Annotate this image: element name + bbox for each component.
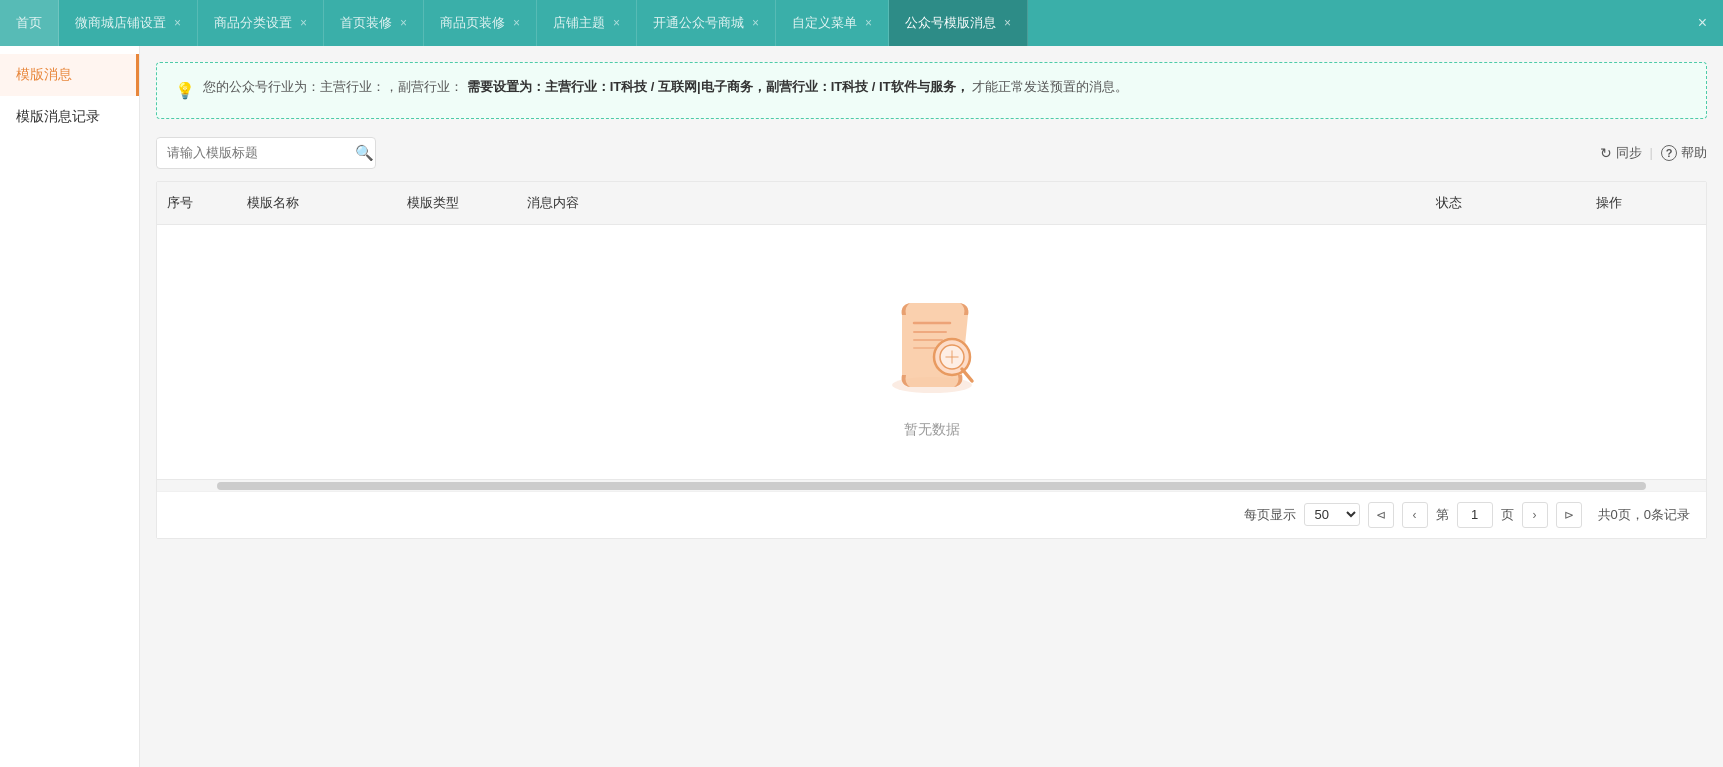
next-page-button[interactable]: › bbox=[1522, 502, 1548, 528]
sidebar-item-template-message-label: 模版消息 bbox=[16, 66, 72, 82]
content-area: 💡 您的公众号行业为：主营行业：，副营行业： 需要设置为：主营行业：IT科技 /… bbox=[140, 46, 1723, 767]
notice-prefix: 您的公众号行业为：主营行业：，副营行业： bbox=[203, 79, 463, 94]
nav-tab-homepage-label: 首页装修 bbox=[340, 14, 392, 32]
sync-icon: ↻ bbox=[1600, 145, 1612, 161]
last-page-icon: ⊳ bbox=[1564, 508, 1574, 522]
nav-tab-homepage-close[interactable]: × bbox=[400, 16, 407, 30]
notice-text: 您的公众号行业为：主营行业：，副营行业： 需要设置为：主营行业：IT科技 / 互… bbox=[203, 77, 1128, 98]
nav-tab-category-close[interactable]: × bbox=[300, 16, 307, 30]
col-type: 模版类型 bbox=[397, 182, 517, 224]
nav-tab-home-label: 首页 bbox=[16, 14, 42, 32]
close-all-button[interactable]: × bbox=[1682, 14, 1723, 32]
nav-tab-productpage-label: 商品页装修 bbox=[440, 14, 505, 32]
search-area: 🔍 bbox=[156, 137, 376, 169]
page-size-select[interactable]: 50 20 100 bbox=[1304, 503, 1360, 526]
nav-tab-weishop-close[interactable]: × bbox=[174, 16, 181, 30]
nav-tab-wechat-shop[interactable]: 开通公众号商城 × bbox=[637, 0, 776, 46]
table-container: 序号 模版名称 模版类型 消息内容 状态 操作 bbox=[156, 181, 1707, 539]
horizontal-scrollbar[interactable] bbox=[157, 479, 1706, 491]
total-info: 共0页，0条记录 bbox=[1598, 506, 1690, 524]
nav-tab-home[interactable]: 首页 bbox=[0, 0, 59, 46]
nav-tab-template-msg[interactable]: 公众号模版消息 × bbox=[889, 0, 1028, 46]
svg-line-7 bbox=[962, 369, 972, 381]
col-status: 状态 bbox=[1426, 182, 1586, 224]
nav-tab-productpage-close[interactable]: × bbox=[513, 16, 520, 30]
notice-suffix: 才能正常发送预置的消息。 bbox=[972, 79, 1128, 94]
last-page-button[interactable]: ⊳ bbox=[1556, 502, 1582, 528]
empty-state: 暂无数据 bbox=[157, 225, 1706, 479]
notice-box: 💡 您的公众号行业为：主营行业：，副营行业： 需要设置为：主营行业：IT科技 /… bbox=[156, 62, 1707, 119]
pagination: 每页显示 50 20 100 ⊲ ‹ 第 页 › bbox=[157, 491, 1706, 538]
first-page-button[interactable]: ⊲ bbox=[1368, 502, 1394, 528]
nav-tab-category-label: 商品分类设置 bbox=[214, 14, 292, 32]
toolbar: 🔍 ↻ 同步 | ? 帮助 bbox=[156, 137, 1707, 169]
page-number-input[interactable] bbox=[1457, 502, 1493, 528]
toolbar-right: ↻ 同步 | ? 帮助 bbox=[1600, 144, 1707, 162]
notice-emphasis: 需要设置为：主营行业：IT科技 / 互联网|电子商务，副营行业：IT科技 / I… bbox=[467, 79, 969, 94]
col-action: 操作 bbox=[1586, 182, 1706, 224]
nav-tab-theme[interactable]: 店铺主题 × bbox=[537, 0, 637, 46]
page-label: 第 bbox=[1436, 506, 1449, 524]
col-name: 模版名称 bbox=[237, 182, 397, 224]
nav-tab-productpage[interactable]: 商品页装修 × bbox=[424, 0, 537, 46]
help-icon: ? bbox=[1661, 145, 1677, 161]
nav-tab-weishop-label: 微商城店铺设置 bbox=[75, 14, 166, 32]
prev-page-button[interactable]: ‹ bbox=[1402, 502, 1428, 528]
top-nav: 首页 微商城店铺设置 × 商品分类设置 × 首页装修 × 商品页装修 × 店铺主… bbox=[0, 0, 1723, 46]
nav-tab-wechat-shop-close[interactable]: × bbox=[752, 16, 759, 30]
notice-icon: 💡 bbox=[175, 78, 195, 104]
col-content: 消息内容 bbox=[517, 182, 1426, 224]
sidebar-item-template-log-label: 模版消息记录 bbox=[16, 108, 100, 124]
nav-tab-homepage[interactable]: 首页装修 × bbox=[324, 0, 424, 46]
nav-tab-category[interactable]: 商品分类设置 × bbox=[198, 0, 324, 46]
nav-tab-wechat-shop-label: 开通公众号商城 bbox=[653, 14, 744, 32]
nav-tab-weishop[interactable]: 微商城店铺设置 × bbox=[59, 0, 198, 46]
sidebar-item-template-log[interactable]: 模版消息记录 bbox=[0, 96, 139, 138]
search-button[interactable]: 🔍 bbox=[345, 138, 376, 168]
nav-tab-custommenu-close[interactable]: × bbox=[865, 16, 872, 30]
sidebar-item-template-message[interactable]: 模版消息 bbox=[0, 54, 139, 96]
page-unit: 页 bbox=[1501, 506, 1514, 524]
nav-tab-template-msg-label: 公众号模版消息 bbox=[905, 14, 996, 32]
nav-tab-custommenu[interactable]: 自定义菜单 × bbox=[776, 0, 889, 46]
first-page-icon: ⊲ bbox=[1376, 508, 1386, 522]
search-icon: 🔍 bbox=[355, 144, 374, 161]
divider: | bbox=[1650, 145, 1653, 160]
scroll-thumb[interactable] bbox=[217, 482, 1646, 490]
sync-label: 同步 bbox=[1616, 144, 1642, 162]
help-button[interactable]: ? 帮助 bbox=[1661, 144, 1707, 162]
next-page-icon: › bbox=[1533, 508, 1537, 522]
help-label: 帮助 bbox=[1681, 144, 1707, 162]
nav-tab-theme-label: 店铺主题 bbox=[553, 14, 605, 32]
empty-text: 暂无数据 bbox=[904, 421, 960, 439]
nav-tab-theme-close[interactable]: × bbox=[613, 16, 620, 30]
main-layout: 模版消息 模版消息记录 💡 您的公众号行业为：主营行业：，副营行业： 需要设置为… bbox=[0, 46, 1723, 767]
nav-tab-custommenu-label: 自定义菜单 bbox=[792, 14, 857, 32]
search-input[interactable] bbox=[157, 139, 345, 166]
sidebar: 模版消息 模版消息记录 bbox=[0, 46, 140, 767]
col-index: 序号 bbox=[157, 182, 237, 224]
prev-page-icon: ‹ bbox=[1413, 508, 1417, 522]
sync-button[interactable]: ↻ 同步 bbox=[1600, 144, 1642, 162]
table-header: 序号 模版名称 模版类型 消息内容 状态 操作 bbox=[157, 182, 1706, 225]
page-size-label: 每页显示 bbox=[1244, 506, 1296, 524]
nav-tab-template-msg-close[interactable]: × bbox=[1004, 16, 1011, 30]
empty-illustration bbox=[872, 285, 992, 405]
